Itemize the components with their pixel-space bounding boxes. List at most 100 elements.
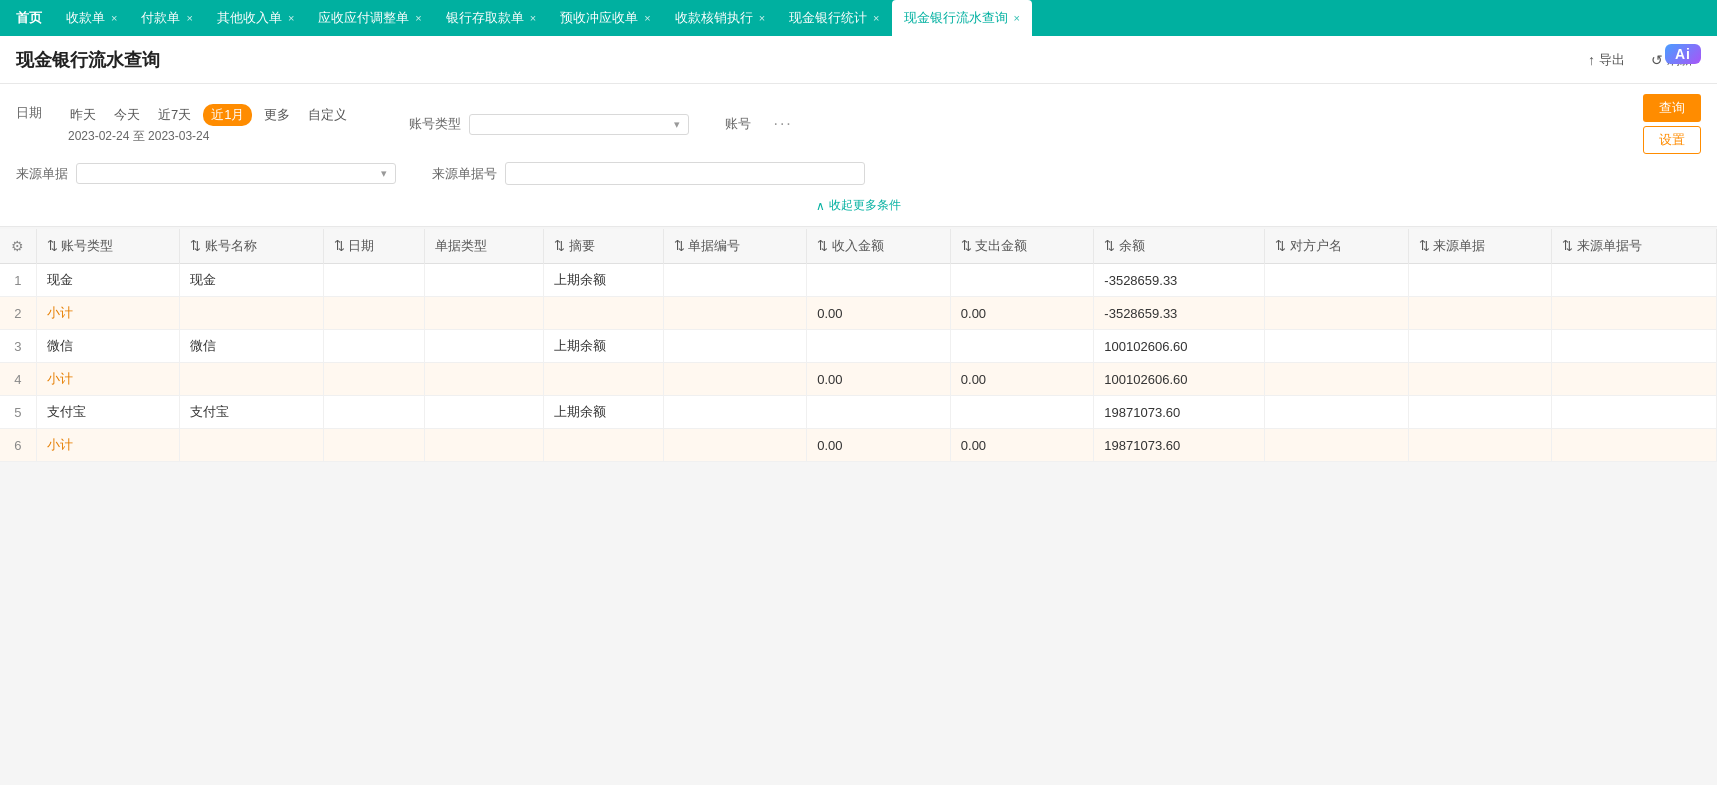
nav-tab-cash-stats[interactable]: 现金银行统计 × <box>777 0 891 36</box>
collapse-label: 收起更多条件 <box>829 197 901 214</box>
table-cell <box>424 429 544 462</box>
close-icon[interactable]: × <box>288 12 294 24</box>
table-cell: -3528659.33 <box>1094 264 1265 297</box>
table-cell <box>807 396 951 429</box>
table-cell <box>1264 363 1408 396</box>
date-label: 日期 <box>16 104 56 122</box>
table-cell: 现金 <box>36 264 180 297</box>
table-row: 6小计0.000.0019871073.60 <box>0 429 1717 462</box>
table-cell: 现金 <box>180 264 324 297</box>
close-icon[interactable]: × <box>759 12 765 24</box>
nav-tab-fukuandan[interactable]: 付款单 × <box>129 0 204 36</box>
source-doc-num-label: 来源单据号 <box>432 165 497 183</box>
table-cell <box>1408 429 1552 462</box>
col-balance[interactable]: ⇅ 余额 <box>1094 229 1265 264</box>
table-cell: 小计 <box>36 429 180 462</box>
table-cell <box>323 264 424 297</box>
nav-home[interactable]: 首页 <box>4 0 54 36</box>
close-icon[interactable]: × <box>111 12 117 24</box>
table-cell: 0.00 <box>807 429 951 462</box>
account-filter: 账号 ··· <box>725 115 792 133</box>
table-cell: 上期余额 <box>544 396 664 429</box>
col-income[interactable]: ⇅ 收入金额 <box>807 229 951 264</box>
export-button[interactable]: ↑ 导出 <box>1580 47 1633 73</box>
table-cell: 微信 <box>36 330 180 363</box>
table-cell <box>180 429 324 462</box>
table-row: 4小计0.000.00100102606.60 <box>0 363 1717 396</box>
table-cell: 100102606.60 <box>1094 363 1265 396</box>
table-cell: -3528659.33 <box>1094 297 1265 330</box>
table-cell: 4 <box>0 363 36 396</box>
nav-tab-advance[interactable]: 预收冲应收单 × <box>548 0 662 36</box>
table-cell: 5 <box>0 396 36 429</box>
close-icon[interactable]: × <box>530 12 536 24</box>
col-account-name[interactable]: ⇅ 账号名称 <box>180 229 324 264</box>
col-source-doc-num[interactable]: ⇅ 来源单据号 <box>1552 229 1717 264</box>
col-gear[interactable]: ⚙ <box>0 229 36 264</box>
nav-tab-adjustment[interactable]: 应收应付调整单 × <box>306 0 433 36</box>
filter-row-2: 来源单据 ▾ 来源单据号 <box>16 162 1701 185</box>
close-icon[interactable]: × <box>1014 12 1020 24</box>
col-expense[interactable]: ⇅ 支出金额 <box>950 229 1094 264</box>
table-cell <box>1264 396 1408 429</box>
col-source-doc[interactable]: ⇅ 来源单据 <box>1408 229 1552 264</box>
nav-tab-cash-flow[interactable]: 现金银行流水查询 × <box>892 0 1032 36</box>
table-cell <box>1408 363 1552 396</box>
query-button[interactable]: 查询 <box>1643 94 1701 122</box>
date-opt-more[interactable]: 更多 <box>258 104 296 126</box>
date-opt-7days[interactable]: 近7天 <box>152 104 197 126</box>
table-header-row: ⚙ ⇅ 账号类型 ⇅ 账号名称 ⇅ 日期 单据类型 ⇅ 摘要 ⇅ 单据编号 <box>0 229 1717 264</box>
table-cell <box>807 330 951 363</box>
close-icon[interactable]: × <box>873 12 879 24</box>
date-opt-today[interactable]: 今天 <box>108 104 146 126</box>
table-cell: 1 <box>0 264 36 297</box>
close-icon[interactable]: × <box>186 12 192 24</box>
col-doc-number[interactable]: ⇅ 单据编号 <box>663 229 807 264</box>
more-options-icon[interactable]: ··· <box>773 115 792 133</box>
col-summary[interactable]: ⇅ 摘要 <box>544 229 664 264</box>
account-type-dropdown[interactable]: ▾ <box>469 114 689 135</box>
collapse-bar[interactable]: ∧ 收起更多条件 <box>16 193 1701 220</box>
table-cell <box>424 264 544 297</box>
col-doc-type: 单据类型 <box>424 229 544 264</box>
nav-tab-other-income[interactable]: 其他收入单 × <box>205 0 306 36</box>
gear-icon[interactable]: ⚙ <box>11 238 24 254</box>
table-cell: 100102606.60 <box>1094 330 1265 363</box>
table-cell <box>424 297 544 330</box>
table-cell <box>1264 330 1408 363</box>
collapse-up-icon: ∧ <box>816 199 825 213</box>
table-cell <box>1552 330 1717 363</box>
table-cell <box>180 363 324 396</box>
col-counterparty[interactable]: ⇅ 对方户名 <box>1264 229 1408 264</box>
nav-tab-bank-deposit[interactable]: 银行存取款单 × <box>434 0 548 36</box>
refresh-icon: ↺ <box>1651 52 1663 68</box>
date-range-display: 2023-02-24 至 2023-03-24 <box>68 128 353 145</box>
table-cell <box>1408 330 1552 363</box>
close-icon[interactable]: × <box>644 12 650 24</box>
date-opt-custom[interactable]: 自定义 <box>302 104 353 126</box>
table-cell: 支付宝 <box>36 396 180 429</box>
col-account-type[interactable]: ⇅ 账号类型 <box>36 229 180 264</box>
date-opt-1month[interactable]: 近1月 <box>203 104 252 126</box>
nav-tab-shoukuandan[interactable]: 收款单 × <box>54 0 129 36</box>
source-doc-num-input[interactable] <box>505 162 865 185</box>
table-cell: 支付宝 <box>180 396 324 429</box>
page-title: 现金银行流水查询 <box>16 48 160 72</box>
table-cell <box>180 297 324 330</box>
table-cell <box>323 429 424 462</box>
col-date[interactable]: ⇅ 日期 <box>323 229 424 264</box>
table-cell <box>424 330 544 363</box>
date-opt-yesterday[interactable]: 昨天 <box>64 104 102 126</box>
table-cell: 0.00 <box>807 363 951 396</box>
nav-tab-collection-exec[interactable]: 收款核销执行 × <box>663 0 777 36</box>
table-cell <box>663 330 807 363</box>
ai-badge[interactable]: Ai <box>1665 44 1701 64</box>
settings-button[interactable]: 设置 <box>1643 126 1701 154</box>
source-doc-dropdown[interactable]: ▾ <box>76 163 396 184</box>
table-cell <box>424 363 544 396</box>
table-cell <box>950 330 1094 363</box>
table-cell <box>1408 264 1552 297</box>
date-options: 昨天 今天 近7天 近1月 更多 自定义 <box>64 104 353 126</box>
close-icon[interactable]: × <box>415 12 421 24</box>
source-doc-filter: 来源单据 ▾ <box>16 163 396 184</box>
